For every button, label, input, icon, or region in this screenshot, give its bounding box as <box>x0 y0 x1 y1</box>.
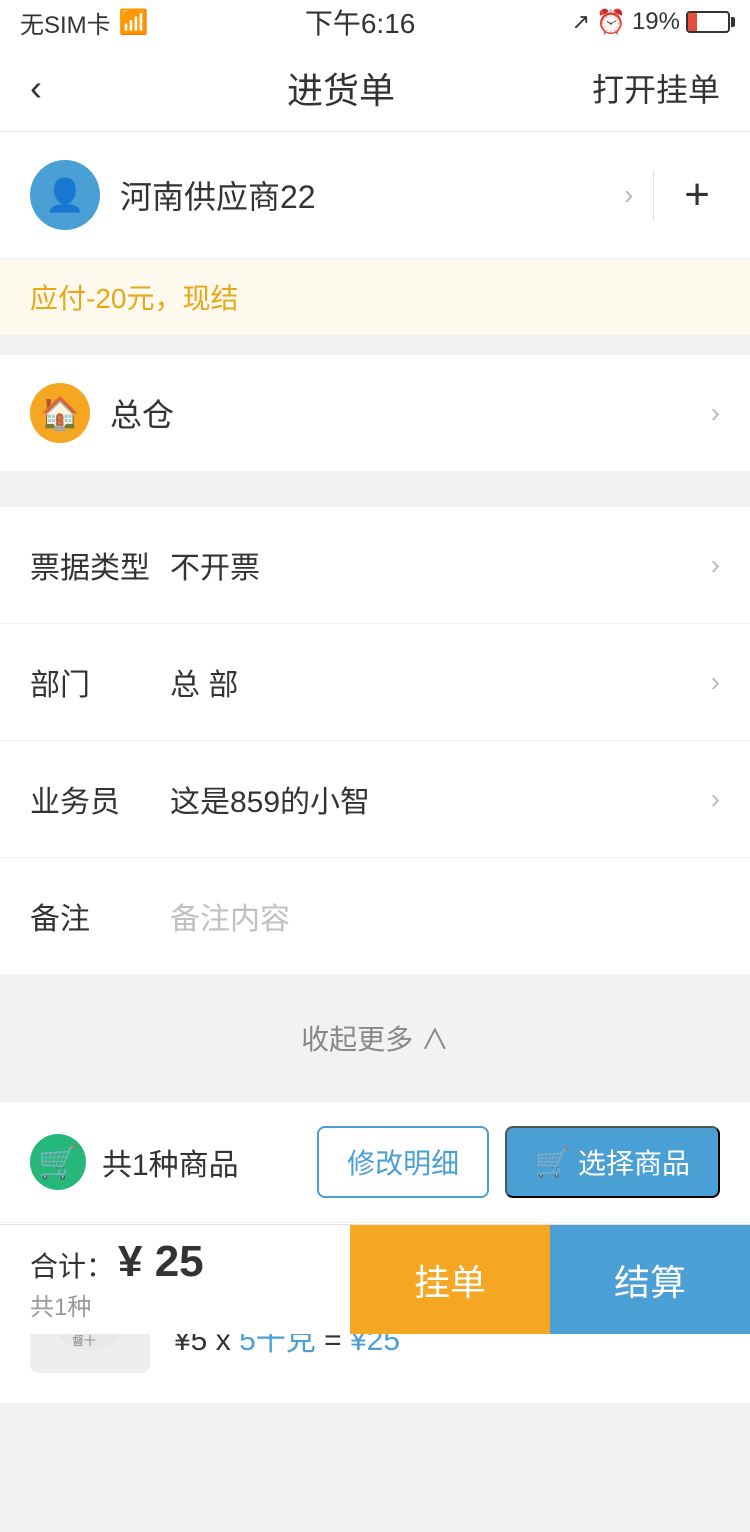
salesman-chevron-icon: › <box>711 783 720 815</box>
status-carrier: 无SIM卡 📶 <box>20 5 149 40</box>
location-icon: ↗ <box>572 9 590 35</box>
invoice-row[interactable]: 票据类型 不开票 › <box>0 507 750 624</box>
total-count: 共1种 <box>30 1287 320 1322</box>
cart-icon: 🛒 <box>535 1146 570 1179</box>
warehouse-row[interactable]: 🏠 总仓 › <box>0 355 750 471</box>
products-count: 共1种商品 <box>102 1140 317 1184</box>
warehouse-name: 总仓 <box>110 390 701 436</box>
bag-icon: 🛒 <box>38 1143 78 1181</box>
nav-bar: ‹ 进货单 打开挂单 <box>0 44 750 132</box>
status-time: 下午6:16 <box>305 2 416 42</box>
svg-text:督十: 督十 <box>72 1333 96 1348</box>
invoice-label: 票据类型 <box>30 543 170 587</box>
edit-details-button[interactable]: 修改明细 <box>317 1126 489 1198</box>
footer-total: 合计： ¥ 25 共1种 <box>0 1225 350 1334</box>
warehouse-section: 🏠 总仓 › <box>0 355 750 471</box>
supplier-name: 河南供应商22 <box>120 172 614 218</box>
battery-percent: 19% <box>632 8 680 36</box>
remark-label: 备注 <box>30 894 170 938</box>
divider <box>653 170 654 220</box>
invoice-value: 不开票 <box>170 543 701 587</box>
house-icon: 🏠 <box>40 394 80 432</box>
back-button[interactable]: ‹ <box>30 67 90 109</box>
warehouse-chevron-icon: › <box>711 397 720 429</box>
department-chevron-icon: › <box>711 666 720 698</box>
department-label: 部门 <box>30 660 170 704</box>
page-title: 进货单 <box>287 62 395 114</box>
collapse-row[interactable]: 收起更多 ∧ <box>0 992 750 1084</box>
hang-button[interactable]: 挂单 <box>350 1225 550 1334</box>
alarm-icon: ⏰ <box>596 8 626 37</box>
footer: 合计： ¥ 25 共1种 挂单 结算 <box>0 1224 750 1334</box>
products-header: 🛒 共1种商品 修改明细 🛒 选择商品 <box>0 1102 750 1223</box>
products-icon: 🛒 <box>30 1134 86 1190</box>
invoice-chevron-icon: › <box>711 549 720 581</box>
open-pending-button[interactable]: 打开挂单 <box>592 65 720 111</box>
checkout-button[interactable]: 结算 <box>550 1225 750 1334</box>
status-bar: 无SIM卡 📶 下午6:16 ↗ ⏰ 19% <box>0 0 750 44</box>
warehouse-icon: 🏠 <box>30 383 90 443</box>
select-product-button[interactable]: 🛒 选择商品 <box>505 1126 720 1198</box>
avatar-icon: 👤 <box>45 176 85 214</box>
total-amount: ¥ 25 <box>118 1237 204 1287</box>
supplier-chevron-icon: › <box>624 179 633 211</box>
form-section: 票据类型 不开票 › 部门 总 部 › 业务员 这是859的小智 › 备注 备注… <box>0 507 750 974</box>
battery-icon <box>686 11 730 33</box>
supplier-row[interactable]: 👤 河南供应商22 › + <box>0 132 750 259</box>
notice-bar: 应付-20元，现结 <box>0 259 750 337</box>
department-row[interactable]: 部门 总 部 › <box>0 624 750 741</box>
collapse-label: 收起更多 ∧ <box>301 1018 449 1058</box>
remark-input[interactable]: 备注内容 <box>170 894 720 938</box>
add-supplier-button[interactable]: + <box>674 170 720 220</box>
supplier-section: 👤 河南供应商22 › + 应付-20元，现结 <box>0 132 750 337</box>
status-right: ↗ ⏰ 19% <box>572 8 730 37</box>
department-value: 总 部 <box>170 660 701 704</box>
salesman-row[interactable]: 业务员 这是859的小智 › <box>0 741 750 858</box>
total-label: 合计： <box>30 1245 114 1285</box>
remark-row[interactable]: 备注 备注内容 <box>0 858 750 974</box>
wifi-icon: 📶 <box>119 8 149 37</box>
salesman-label: 业务员 <box>30 777 170 821</box>
supplier-avatar: 👤 <box>30 160 100 230</box>
salesman-value: 这是859的小智 <box>170 777 701 821</box>
